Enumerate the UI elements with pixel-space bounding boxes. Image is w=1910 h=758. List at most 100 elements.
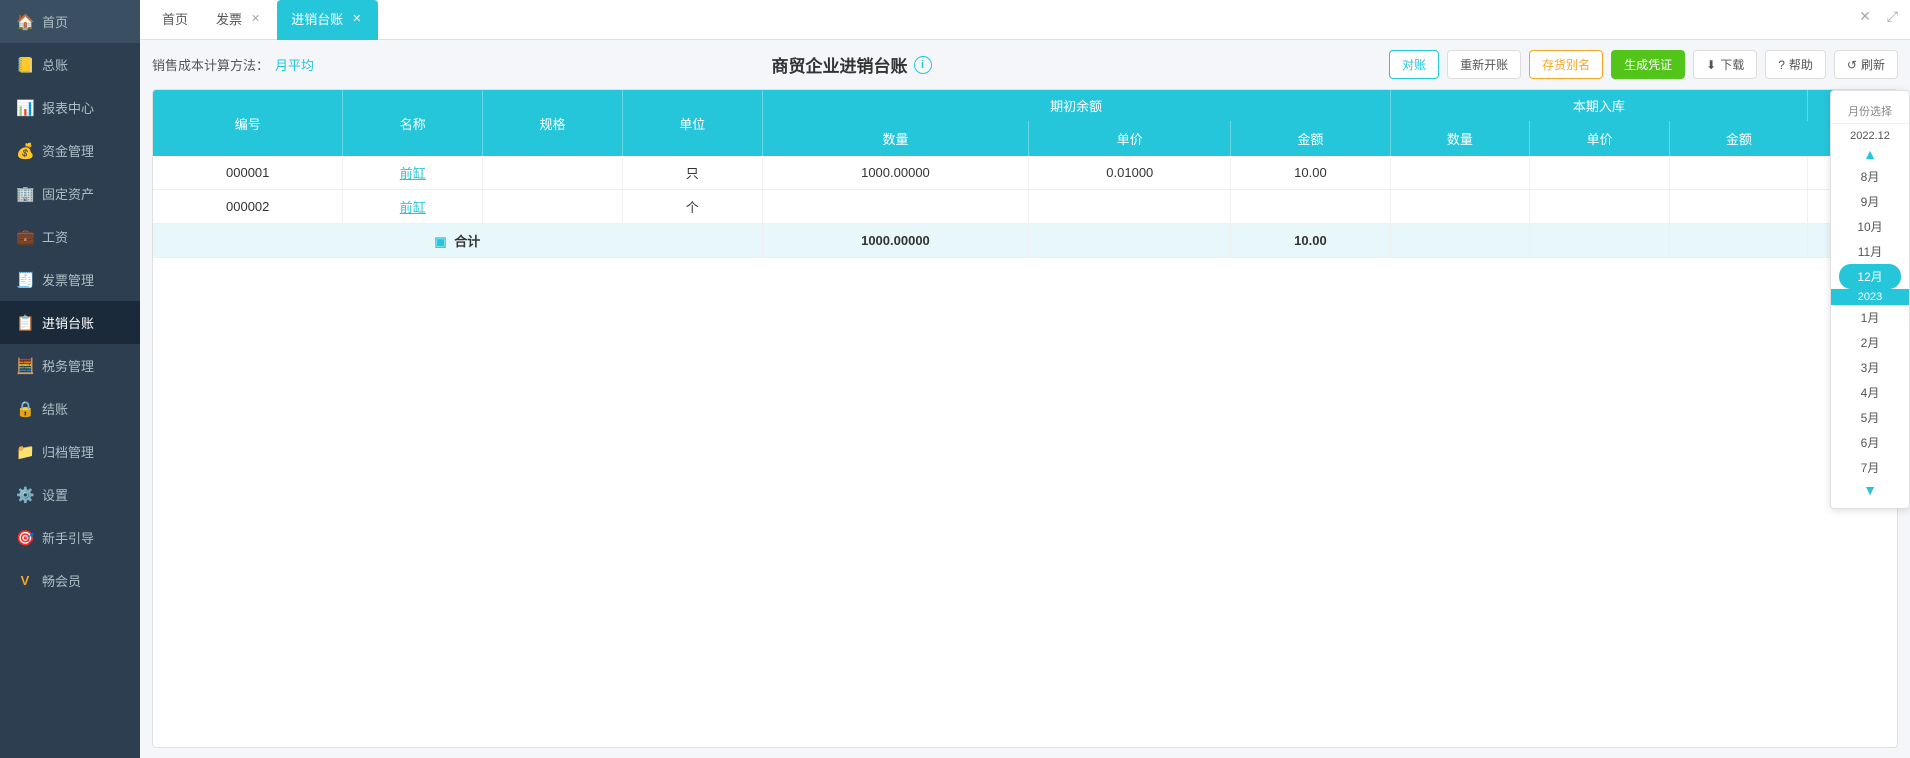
month-item-8[interactable]: 8月 xyxy=(1831,164,1909,189)
home-icon: 🏠 xyxy=(16,13,34,31)
total-icon: ▣ xyxy=(434,234,446,249)
th-spec: 规格 xyxy=(483,90,623,156)
refresh-button[interactable]: ↺ 刷新 xyxy=(1834,50,1898,79)
month-item-1[interactable]: 1月 xyxy=(1831,305,1909,330)
refresh-icon: ↺ xyxy=(1847,58,1857,72)
cell-unit-1: 只 xyxy=(622,156,762,190)
generate-voucher-button[interactable]: 生成凭证 xyxy=(1611,50,1685,79)
sidebar-item-archive[interactable]: 📁 归档管理 xyxy=(0,430,140,473)
archive-icon: 📁 xyxy=(16,443,34,461)
month-item-2[interactable]: 2月 xyxy=(1831,330,1909,355)
sidebar-item-member[interactable]: V 畅会员 xyxy=(0,559,140,602)
download-button[interactable]: ⬇ 下载 xyxy=(1693,50,1757,79)
sidebar-item-tax[interactable]: 🧮 税务管理 xyxy=(0,344,140,387)
sidebar-item-purchase-sales[interactable]: 📋 进销台账 xyxy=(0,301,140,344)
cell-id-2: 000002 xyxy=(153,190,343,224)
month-item-12[interactable]: 12月 xyxy=(1839,264,1901,289)
cell-opening-amount-2 xyxy=(1231,190,1390,224)
sidebar-item-invoice-mgmt[interactable]: 🧾 发票管理 xyxy=(0,258,140,301)
month-picker-title: 月份选择 xyxy=(1831,99,1909,124)
cell-in-price-1 xyxy=(1530,156,1670,190)
total-row: ▣ 合计 1000.00000 10.00 xyxy=(153,224,1897,258)
funds-icon: 💰 xyxy=(16,142,34,160)
purchase-sales-icon: 📋 xyxy=(16,314,34,332)
cell-opening-price-1: 0.01000 xyxy=(1029,156,1231,190)
sidebar-item-guide[interactable]: 🎯 新手引导 xyxy=(0,516,140,559)
sidebar-item-payroll[interactable]: 💼 工资 xyxy=(0,215,140,258)
th-id: 编号 xyxy=(153,90,343,156)
cell-spec-2 xyxy=(483,190,623,224)
guide-icon: 🎯 xyxy=(16,529,34,547)
month-item-9[interactable]: 9月 xyxy=(1831,189,1909,214)
window-close-button[interactable]: ✕ xyxy=(1855,6,1875,27)
th-in-qty: 数量 xyxy=(1390,121,1530,156)
sidebar-item-assets[interactable]: 🏢 固定资产 xyxy=(0,172,140,215)
cell-in-amount-2 xyxy=(1670,190,1808,224)
cell-opening-price-2 xyxy=(1029,190,1231,224)
tab-home[interactable]: 首页 xyxy=(148,0,202,40)
sidebar: 🏠 首页 📒 总账 📊 报表中心 💰 资金管理 🏢 固定资产 💼 工资 🧾 发票… xyxy=(0,0,140,758)
month-item-10[interactable]: 10月 xyxy=(1831,214,1909,239)
tab-invoice-close[interactable]: ✕ xyxy=(248,11,263,26)
month-item-11[interactable]: 11月 xyxy=(1831,239,1909,264)
month-item-7[interactable]: 7月 xyxy=(1831,455,1909,480)
cell-in-amount-1 xyxy=(1670,156,1808,190)
cell-opening-qty-2 xyxy=(762,190,1029,224)
save-alias-button[interactable]: 存货别名 xyxy=(1529,50,1603,79)
assets-icon: 🏢 xyxy=(16,185,34,203)
cell-total-opening-amount: 10.00 xyxy=(1231,224,1390,258)
window-maximize-button[interactable]: ⤢ xyxy=(1883,6,1902,27)
cost-method: 销售成本计算方法： 月平均 xyxy=(152,55,314,74)
cell-total-in-price xyxy=(1530,224,1670,258)
th-group-in: 本期入库 xyxy=(1390,90,1808,121)
cell-opening-qty-1: 1000.00000 xyxy=(762,156,1029,190)
cell-total-opening-price xyxy=(1029,224,1231,258)
cell-unit-2: 个 xyxy=(622,190,762,224)
action-buttons: 对账 重新开账 存货别名 生成凭证 ⬇ 下载 ? 帮助 ↺ 刷新 xyxy=(1389,50,1898,79)
month-item-5[interactable]: 5月 xyxy=(1831,405,1909,430)
th-unit: 单位 xyxy=(622,90,762,156)
th-opening-amount: 金额 xyxy=(1231,121,1390,156)
tab-purchase-sales[interactable]: 进销台账 ✕ xyxy=(277,0,378,40)
cell-in-qty-2 xyxy=(1390,190,1530,224)
cell-total-opening-qty: 1000.00000 xyxy=(762,224,1029,258)
table-row: 000002 前缸 个 xyxy=(153,190,1897,224)
sidebar-item-funds[interactable]: 💰 资金管理 xyxy=(0,129,140,172)
month-nav-down[interactable]: ▼ xyxy=(1831,480,1909,500)
sidebar-item-ledger[interactable]: 📒 总账 xyxy=(0,43,140,86)
cell-name-2: 前缸 xyxy=(343,190,483,224)
table-row: 000001 前缸 只 1000.00000 0.01000 10.00 xyxy=(153,156,1897,190)
window-controls: ✕ ⤢ xyxy=(1855,6,1902,27)
month-picker-year-2022: 2022.12 xyxy=(1831,128,1909,144)
reconcile-button[interactable]: 对账 xyxy=(1389,50,1439,79)
th-in-amount: 金额 xyxy=(1670,121,1808,156)
table-wrapper: 编号 名称 规格 单位 期初余额 本期入库 数量 单价 金额 数量 单价 xyxy=(152,89,1898,748)
month-item-6[interactable]: 6月 xyxy=(1831,430,1909,455)
page-title: 商贸企业进销台账 i xyxy=(772,52,932,77)
page-content: 销售成本计算方法： 月平均 商贸企业进销台账 i 对账 重新开账 存货别名 生成… xyxy=(140,40,1910,758)
reopen-button[interactable]: 重新开账 xyxy=(1447,50,1521,79)
ledger-icon: 📒 xyxy=(16,56,34,74)
sidebar-item-reports[interactable]: 📊 报表中心 xyxy=(0,86,140,129)
info-icon[interactable]: i xyxy=(914,56,932,74)
member-icon: V xyxy=(16,573,34,588)
month-picker-year-label-2023: 2023 xyxy=(1831,289,1909,305)
cell-spec-1 xyxy=(483,156,623,190)
help-button[interactable]: ? 帮助 xyxy=(1765,50,1826,79)
settings-icon: ⚙️ xyxy=(16,486,34,504)
cell-id-1: 000001 xyxy=(153,156,343,190)
month-item-3[interactable]: 3月 xyxy=(1831,355,1909,380)
tab-purchase-sales-close[interactable]: ✕ xyxy=(349,11,364,26)
th-group-opening: 期初余额 xyxy=(762,90,1390,121)
th-in-price: 单价 xyxy=(1530,121,1670,156)
tab-invoice[interactable]: 发票 ✕ xyxy=(202,0,277,40)
cell-name-1: 前缸 xyxy=(343,156,483,190)
month-item-4[interactable]: 4月 xyxy=(1831,380,1909,405)
th-opening-qty: 数量 xyxy=(762,121,1029,156)
sidebar-item-settings[interactable]: ⚙️ 设置 xyxy=(0,473,140,516)
sidebar-item-close[interactable]: 🔒 结账 xyxy=(0,387,140,430)
help-icon: ? xyxy=(1778,58,1785,72)
cell-in-qty-1 xyxy=(1390,156,1530,190)
month-nav-up[interactable]: ▲ xyxy=(1831,144,1909,164)
sidebar-item-home[interactable]: 🏠 首页 xyxy=(0,0,140,43)
